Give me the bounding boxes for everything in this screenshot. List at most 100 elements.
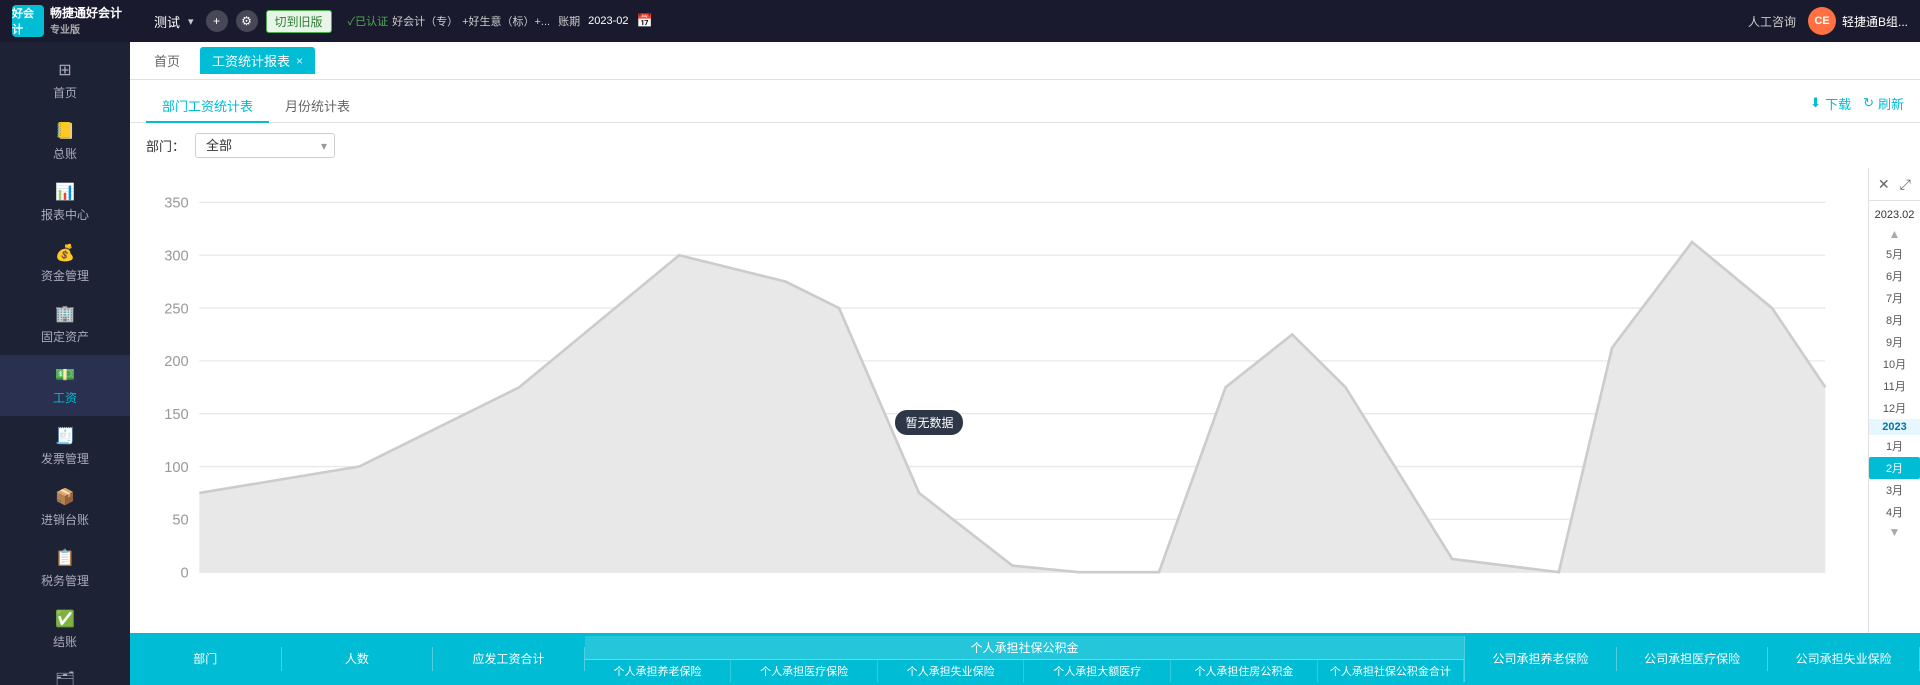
- content-area: 首页 工资统计报表 × 部门工资统计表 月份统计表 ⬇ 下载 ↻: [130, 42, 1920, 685]
- month-11[interactable]: 11月: [1869, 375, 1920, 397]
- y-label-100: 100: [164, 460, 188, 476]
- tab-salary-report[interactable]: 工资统计报表 ×: [200, 47, 315, 74]
- company-name: 测试: [154, 12, 180, 31]
- logo-subtitle: 专业版: [50, 21, 122, 36]
- scroll-up-btn[interactable]: ▲: [1869, 225, 1920, 243]
- expand-panel-icon[interactable]: ⤢: [1897, 174, 1915, 194]
- th-company-pension: 公司承担养老保险: [1465, 647, 1617, 672]
- filter-bar: 部门： 全部: [130, 123, 1920, 168]
- ledger-icon: 📒: [55, 121, 75, 141]
- month-9[interactable]: 9月: [1869, 331, 1920, 353]
- main-layout: ⊞ 首页 📒 总账 📊 报表中心 💰 资金管理 🏢 固定资产 💵 工资 🧾 发票…: [0, 42, 1920, 685]
- refresh-button[interactable]: ↻ 刷新: [1863, 94, 1904, 113]
- archive-icon: 🗂: [55, 670, 75, 685]
- th-medical: 个人承担医疗保险: [731, 660, 878, 682]
- month-2023-3[interactable]: 3月: [1869, 479, 1920, 501]
- year-label: 2023.02: [1873, 205, 1917, 225]
- sidebar-label-ledger: 总账: [53, 145, 77, 162]
- sidebar: ⊞ 首页 📒 总账 📊 报表中心 💰 资金管理 🏢 固定资产 💵 工资 🧾 发票…: [0, 42, 130, 685]
- month-2023-1[interactable]: 1月: [1869, 435, 1920, 457]
- chart-right-wrapper: 350 300 250 200 150 100 50 0 暂无数据: [130, 168, 1920, 633]
- chart-area: 350 300 250 200 150 100 50 0 暂无数据: [130, 168, 1868, 633]
- sidebar-item-tax[interactable]: 📋 税务管理: [0, 538, 130, 599]
- month-6[interactable]: 6月: [1869, 265, 1920, 287]
- sidebar-label-home: 首页: [53, 84, 77, 101]
- y-label-200: 200: [164, 354, 188, 370]
- sidebar-item-archive[interactable]: 🗂 归档管理: [0, 660, 130, 685]
- tab-bar: 首页 工资统计报表 ×: [130, 42, 1920, 80]
- right-panel: ✕ ⤢ 2023.02 ▲ 5月 6月 7月 8月 9月 10月 11月 12月: [1868, 168, 1920, 633]
- extra-tags: +好生意（标）+...: [462, 13, 550, 29]
- th-housing-fund: 个人承担住房公积金: [1171, 660, 1318, 682]
- th-company-unemployment: 公司承担失业保险: [1768, 647, 1920, 672]
- tab-home[interactable]: 首页: [138, 47, 196, 74]
- reports-icon: 📊: [55, 182, 75, 202]
- month-5[interactable]: 5月: [1869, 243, 1920, 265]
- sidebar-item-reports[interactable]: 📊 报表中心: [0, 172, 130, 233]
- th-company-medical: 公司承担医疗保险: [1617, 647, 1769, 672]
- sidebar-item-assets[interactable]: 🏢 固定资产: [0, 294, 130, 355]
- sidebar-item-purchases[interactable]: 📦 进销台账: [0, 477, 130, 538]
- th-personal-sub-cells: 个人承担养老保险 个人承担医疗保险 个人承担失业保险 个人承担大额医疗 个人承担…: [585, 660, 1465, 682]
- purchases-icon: 📦: [55, 487, 75, 507]
- month-10[interactable]: 10月: [1869, 353, 1920, 375]
- sidebar-item-salary[interactable]: 💵 工资: [0, 355, 130, 416]
- scroll-down-btn[interactable]: ▼: [1869, 523, 1920, 541]
- sub-tab-month[interactable]: 月份统计表: [269, 90, 366, 123]
- sidebar-item-ledger[interactable]: 📒 总账: [0, 111, 130, 172]
- dept-select[interactable]: 全部: [195, 133, 335, 158]
- dept-select-wrapper: 全部: [195, 133, 335, 158]
- th-personal-group-label: 个人承担社保公积金: [585, 636, 1465, 660]
- top-header: 好会计 畅捷通好会计 专业版 测试 ▾ + ⚙ 切到旧版 ✓已认证 好会计（专）…: [0, 0, 1920, 42]
- date-scroll-panel: 2023.02 ▲ 5月 6月 7月 8月 9月 10月 11月 12月 202…: [1869, 201, 1920, 633]
- sidebar-item-invoice[interactable]: 🧾 发票管理: [0, 416, 130, 477]
- th-personal-group: 个人承担社保公积金 个人承担养老保险 个人承担医疗保险 个人承担失业保险 个人承…: [585, 636, 1466, 682]
- sidebar-label-salary: 工资: [53, 389, 77, 406]
- th-personal-total: 个人承担社保公积金合计: [1318, 660, 1465, 682]
- y-label-250: 250: [164, 301, 188, 317]
- logo-icon: 好会计: [12, 5, 44, 37]
- refresh-icon: ↻: [1863, 95, 1874, 111]
- page-content: 部门工资统计表 月份统计表 ⬇ 下载 ↻ 刷新 部门：: [130, 80, 1920, 685]
- salary-chart: 350 300 250 200 150 100 50 0: [146, 176, 1852, 625]
- month-2023-4[interactable]: 4月: [1869, 501, 1920, 523]
- tab-salary-label: 工资统计报表: [212, 51, 290, 70]
- th-major-medical: 个人承担大额医疗: [1024, 660, 1171, 682]
- month-2023-2[interactable]: 2月: [1869, 457, 1920, 479]
- table-header: 部门 人数 应发工资合计 个人承担社保公积金 个人承担养老保险 个人承担医疗保险…: [130, 633, 1920, 685]
- y-label-50: 50: [172, 513, 188, 529]
- download-button[interactable]: ⬇ 下载: [1810, 94, 1851, 113]
- th-unemployment: 个人承担失业保险: [878, 660, 1025, 682]
- switch-version-button[interactable]: 切到旧版: [266, 10, 332, 33]
- sidebar-label-assets: 固定资产: [41, 328, 89, 345]
- right-panel-controls: ✕ ⤢: [1869, 168, 1920, 201]
- settings-button[interactable]: ⚙: [236, 10, 258, 32]
- sidebar-item-funds[interactable]: 💰 资金管理: [0, 233, 130, 294]
- th-count: 人数: [282, 647, 434, 672]
- logo-title: 畅捷通好会计: [50, 6, 122, 22]
- refresh-label: 刷新: [1878, 94, 1904, 113]
- y-label-350: 350: [164, 196, 188, 212]
- month-8[interactable]: 8月: [1869, 309, 1920, 331]
- user-name: 轻捷通B组...: [1842, 13, 1908, 30]
- month-7[interactable]: 7月: [1869, 287, 1920, 309]
- tab-close-icon[interactable]: ×: [296, 54, 303, 68]
- calendar-icon[interactable]: 📅: [636, 13, 652, 29]
- sub-tabs-bar: 部门工资统计表 月份统计表 ⬇ 下载 ↻ 刷新: [130, 80, 1920, 123]
- y-label-0: 0: [181, 566, 189, 582]
- download-label: 下载: [1825, 94, 1851, 113]
- year-2023-section: 2023: [1869, 419, 1920, 435]
- filter-dept-label: 部门：: [146, 136, 185, 155]
- sub-tab-dept[interactable]: 部门工资统计表: [146, 90, 269, 123]
- ai-consult-link[interactable]: 人工咨询: [1748, 13, 1796, 30]
- close-panel-icon[interactable]: ✕: [1875, 174, 1893, 194]
- month-12[interactable]: 12月: [1869, 397, 1920, 419]
- status-tags: ✓已认证 好会计（专） +好生意（标）+...: [348, 13, 551, 29]
- user-avatar: CE: [1808, 7, 1836, 35]
- sidebar-item-settle[interactable]: ✅ 结账: [0, 599, 130, 660]
- user-area: CE 轻捷通B组...: [1808, 7, 1908, 35]
- sidebar-item-home[interactable]: ⊞ 首页: [0, 50, 130, 111]
- add-button[interactable]: +: [206, 10, 228, 32]
- funds-icon: 💰: [55, 243, 75, 263]
- company-dropdown-icon[interactable]: ▾: [188, 15, 194, 28]
